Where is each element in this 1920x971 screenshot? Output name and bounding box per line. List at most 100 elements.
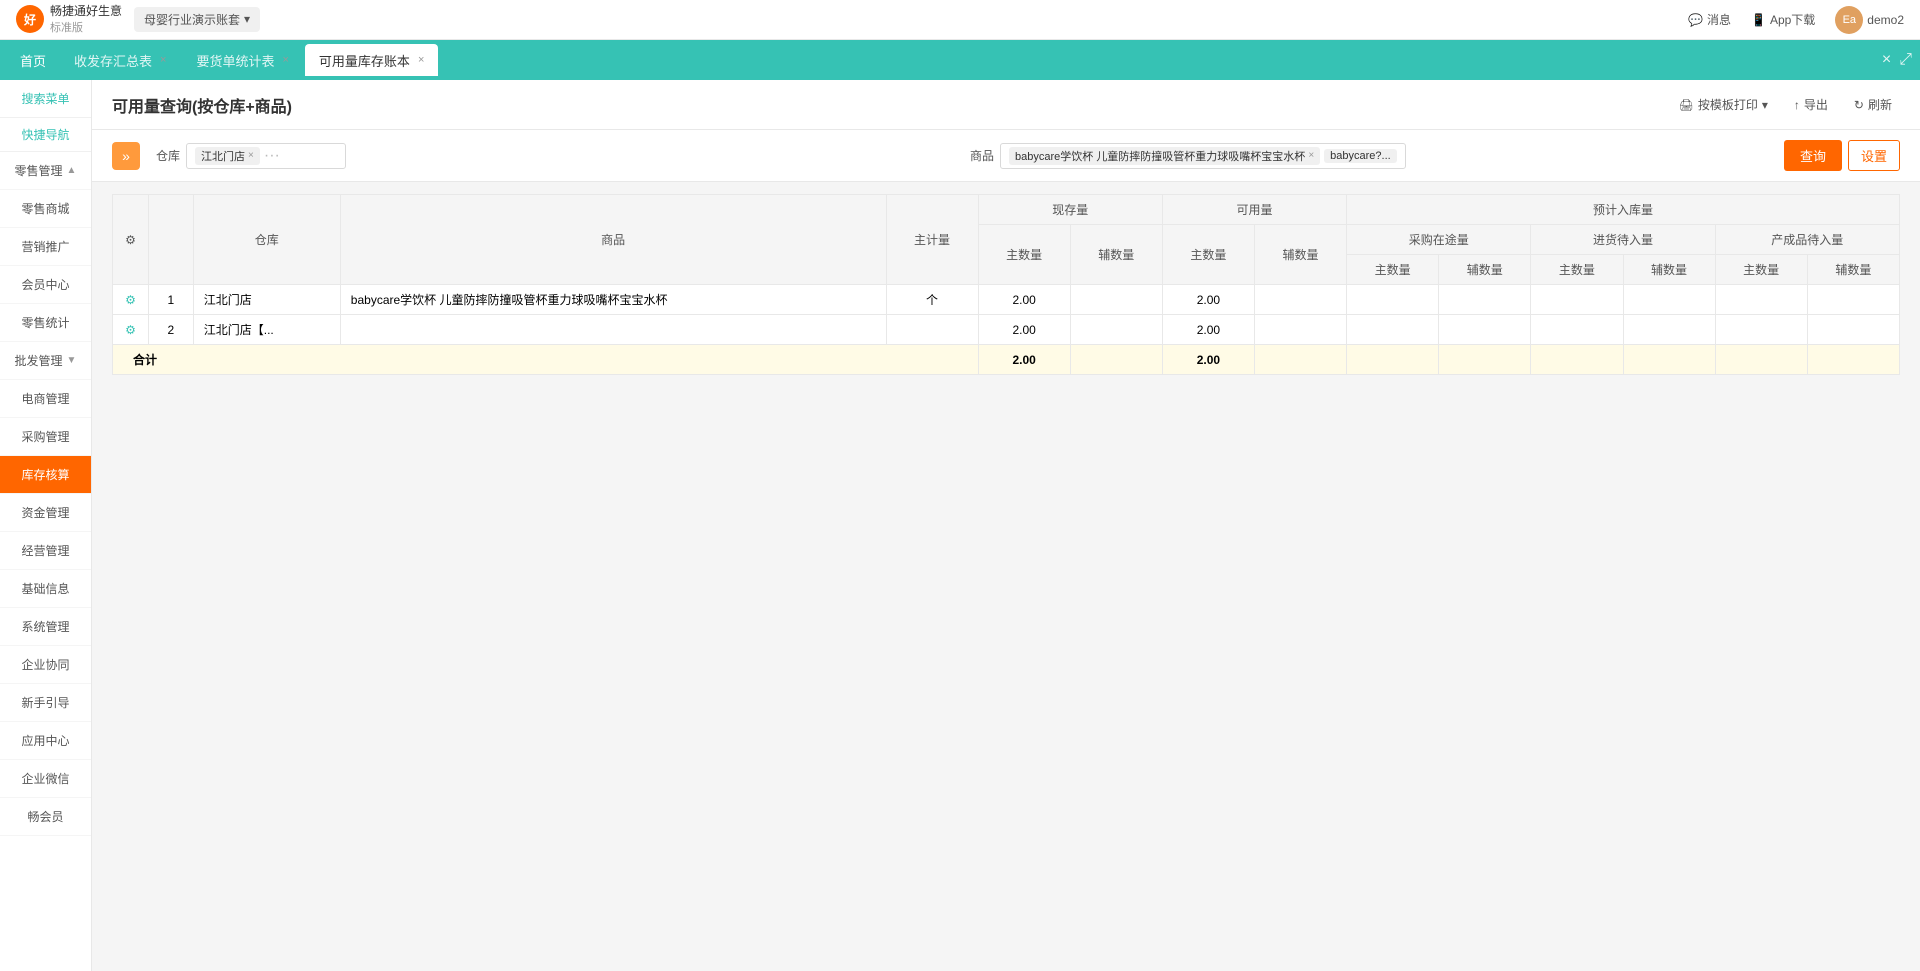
row-purchase-aux xyxy=(1439,285,1531,315)
filter-toggle-btn[interactable]: » xyxy=(112,142,140,170)
message-label: 消息 xyxy=(1707,11,1731,28)
sidebar-item-retail-mall[interactable]: 零售商城 xyxy=(0,190,91,228)
logo-text: 畅捷通好生意 xyxy=(50,4,122,18)
refresh-label: 刷新 xyxy=(1868,96,1892,113)
warehouse-more-icon[interactable]: ··· xyxy=(264,147,280,165)
chevron-icon: ▲ xyxy=(67,165,77,176)
logo-sub: 标准版 xyxy=(50,19,122,35)
sidebar-item-inventory[interactable]: 库存核算 xyxy=(0,456,91,494)
purchase-transit-header: 采购在途量 xyxy=(1347,225,1531,255)
sidebar-item-marketing-label: 营销推广 xyxy=(21,238,69,255)
sidebar-item-finance[interactable]: 资金管理 xyxy=(0,494,91,532)
sidebar-item-app-center[interactable]: 应用中心 xyxy=(0,722,91,760)
query-button[interactable]: 查询 xyxy=(1784,140,1842,171)
sidebar-item-basic-info-label: 基础信息 xyxy=(21,580,69,597)
sidebar-item-basic-info[interactable]: 基础信息 xyxy=(0,570,91,608)
page-actions: 🖨 按模板打印 ▾ ↑ 导出 ↻ 刷新 xyxy=(1671,92,1900,117)
total-avail-main: 2.00 xyxy=(1162,345,1254,375)
row-incoming-main xyxy=(1531,315,1623,345)
row-purchase-main xyxy=(1347,315,1439,345)
sidebar-item-operations-label: 经营管理 xyxy=(21,542,69,559)
filter-row: » 仓库 江北门店 × ··· 商品 babycare学饮杯 儿童防摔防撞吸管杯… xyxy=(92,130,1920,182)
sidebar-item-system[interactable]: 系统管理 xyxy=(0,608,91,646)
export-icon: ↑ xyxy=(1794,98,1800,112)
product-tag2-text: babycare?... xyxy=(1330,150,1391,162)
sidebar-item-vip-label: 畅会员 xyxy=(27,808,63,825)
row-warehouse: 江北门店【... xyxy=(193,315,340,345)
sidebar-item-wholesale[interactable]: 批发管理 ▼ xyxy=(0,342,91,380)
total-purchase-aux xyxy=(1439,345,1531,375)
warehouse-header: 仓库 xyxy=(193,195,340,285)
data-table: ⚙ 仓库 商品 主计量 现存量 可用量 预计入库量 主数量 辅数量 主数量 xyxy=(112,194,1900,375)
total-production-aux xyxy=(1807,345,1899,375)
sidebar-item-vip[interactable]: 畅会员 xyxy=(0,798,91,836)
sidebar-item-retail-mgmt[interactable]: 零售管理 ▲ xyxy=(0,152,91,190)
table-row: ⚙ 2 江北门店【... 2.00 2.00 xyxy=(113,315,1900,345)
total-label: 合计 xyxy=(113,345,979,375)
message-btn[interactable]: 💬 消息 xyxy=(1688,11,1731,28)
tab-available-stock-close[interactable]: × xyxy=(418,54,424,66)
refresh-icon: ↻ xyxy=(1854,98,1864,112)
row-gear[interactable]: ⚙ xyxy=(113,315,149,345)
logo-icon: 好 xyxy=(16,5,44,33)
product-label: 商品 xyxy=(970,147,994,164)
print-btn[interactable]: 🖨 按模板打印 ▾ xyxy=(1671,92,1776,117)
tab-order-stats[interactable]: 要货单统计表 × xyxy=(182,44,302,76)
unit-header: 主计量 xyxy=(886,195,978,285)
sidebar-item-newbie[interactable]: 新手引导 xyxy=(0,684,91,722)
app-download-btn[interactable]: 📱 App下载 xyxy=(1751,11,1815,28)
row-product xyxy=(340,315,886,345)
gear-icon[interactable]: ⚙ xyxy=(125,233,136,247)
sidebar-item-enterprise[interactable]: 企业协同 xyxy=(0,646,91,684)
sidebar-item-newbie-label: 新手引导 xyxy=(21,694,69,711)
avail-aux-header: 辅数量 xyxy=(1255,225,1347,285)
product-tag1-text: babycare学饮杯 儿童防摔防撞吸管杯重力球吸嘴杯宝宝水杯 xyxy=(1015,148,1305,164)
export-btn[interactable]: ↑ 导出 xyxy=(1786,92,1836,117)
row-gear[interactable]: ⚙ xyxy=(113,285,149,315)
sidebar-item-wechat[interactable]: 企业微信 xyxy=(0,760,91,798)
sidebar-item-retail-mgmt-label: 零售管理 xyxy=(15,162,63,179)
sidebar-item-member[interactable]: 会员中心 xyxy=(0,266,91,304)
row-avail-aux xyxy=(1255,315,1347,345)
page-title-row: 可用量查询(按仓库+商品) 🖨 按模板打印 ▾ ↑ 导出 ↻ 刷新 xyxy=(112,92,1900,117)
row-production-aux xyxy=(1807,285,1899,315)
sidebar-item-marketing[interactable]: 营销推广 xyxy=(0,228,91,266)
sidebar-item-retail-mall-label: 零售商城 xyxy=(21,200,69,217)
print-label: 按模板打印 xyxy=(1698,96,1758,113)
filter-buttons: 查询 设置 xyxy=(1784,140,1900,171)
close-all-icon[interactable]: × xyxy=(1882,51,1891,69)
table-wrapper: ⚙ 仓库 商品 主计量 现存量 可用量 预计入库量 主数量 辅数量 主数量 xyxy=(92,182,1920,971)
refresh-btn[interactable]: ↻ 刷新 xyxy=(1846,92,1900,117)
expand-icon[interactable]: ⤢ xyxy=(1899,51,1912,69)
product-input[interactable]: babycare学饮杯 儿童防摔防撞吸管杯重力球吸嘴杯宝宝水杯 × babyca… xyxy=(1000,143,1406,169)
chevron-down-icon: ▾ xyxy=(244,12,250,26)
warehouse-tag-text: 江北门店 xyxy=(201,148,245,164)
sidebar-item-purchase[interactable]: 采购管理 xyxy=(0,418,91,456)
row-purchase-aux xyxy=(1439,315,1531,345)
tab-available-stock[interactable]: 可用量库存账本 × xyxy=(305,44,438,76)
user-btn[interactable]: Ea demo2 xyxy=(1835,6,1904,34)
row-production-aux xyxy=(1807,315,1899,345)
tab-receive-summary-close[interactable]: × xyxy=(160,54,166,66)
product-tag1-del[interactable]: × xyxy=(1308,150,1314,161)
warehouse-tag-del[interactable]: × xyxy=(248,150,254,161)
row-stock-main: 2.00 xyxy=(978,285,1070,315)
sidebar-search[interactable]: 搜索菜单 xyxy=(0,80,91,118)
tab-receive-summary[interactable]: 收发存汇总表 × xyxy=(60,44,180,76)
industry-selector[interactable]: 母婴行业演示账套 ▾ xyxy=(134,7,260,32)
download-icon: 📱 xyxy=(1751,13,1766,27)
warehouse-input[interactable]: 江北门店 × ··· xyxy=(186,143,346,169)
nav-home[interactable]: 首页 xyxy=(8,51,58,70)
purchase-main-header: 主数量 xyxy=(1347,255,1439,285)
settings-button[interactable]: 设置 xyxy=(1848,140,1900,171)
tab-order-stats-close[interactable]: × xyxy=(282,54,288,66)
sidebar-item-operations[interactable]: 经营管理 xyxy=(0,532,91,570)
user-label: demo2 xyxy=(1867,13,1904,27)
print-icon: 🖨 xyxy=(1679,98,1694,112)
row-avail-aux xyxy=(1255,285,1347,315)
sidebar-item-retail-stats[interactable]: 零售统计 xyxy=(0,304,91,342)
sidebar-item-ecommerce[interactable]: 电商管理 xyxy=(0,380,91,418)
sidebar-quick-nav[interactable]: 快捷导航 xyxy=(0,118,91,152)
total-incoming-aux xyxy=(1623,345,1715,375)
message-icon: 💬 xyxy=(1688,13,1703,27)
